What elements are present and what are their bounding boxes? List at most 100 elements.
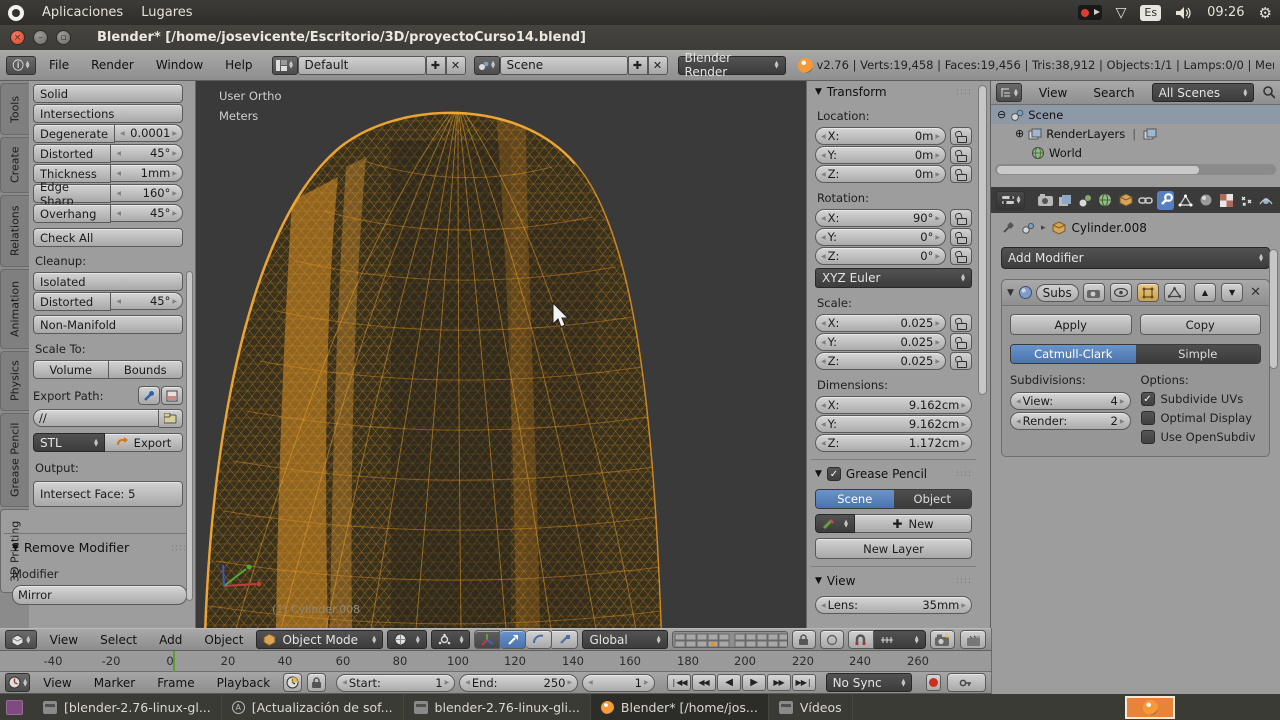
scale-y-field[interactable]: ◀ Y: 0.025 ▶	[815, 333, 946, 351]
view3d-menu-object[interactable]: Object	[195, 633, 252, 647]
modifier-move-down-button[interactable]: ▼	[1221, 283, 1244, 302]
rotation-y-field[interactable]: ◀ Y: 0° ▶	[815, 228, 946, 246]
lock-icon[interactable]	[950, 247, 972, 265]
view3d-menu-select[interactable]: Select	[91, 633, 146, 647]
distorted-value[interactable]: ◀ 45° ▶	[111, 144, 183, 162]
tab-create[interactable]: Create	[0, 137, 29, 193]
export-button[interactable]: Export	[105, 433, 183, 452]
isolated-button[interactable]: Isolated	[33, 272, 183, 291]
tab-physics-icon[interactable]	[1258, 191, 1275, 210]
overhang-value[interactable]: ◀ 45° ▶	[111, 204, 183, 222]
degenerate-value[interactable]: ◀ 0.0001 ▶	[115, 124, 183, 142]
jump-to-start-button[interactable]: ❘◀◀	[666, 674, 691, 691]
panel-grip-icon[interactable]: ::::	[171, 543, 187, 553]
viewport-shading-select[interactable]: ▲ ▼	[387, 630, 427, 649]
next-keyframe-button[interactable]: ▶▶	[766, 674, 791, 691]
gp-new-layer-button[interactable]: New Layer	[815, 538, 972, 559]
tab-material-icon[interactable]	[1197, 191, 1214, 210]
lock-to-scene-button[interactable]	[792, 630, 816, 649]
lock-icon[interactable]	[950, 333, 972, 351]
keyboard-layout-indicator[interactable]: Es	[1140, 4, 1162, 21]
lock-icon[interactable]	[950, 127, 972, 145]
panel-grip-icon[interactable]: ::::	[956, 469, 972, 479]
play-reverse-button[interactable]: ◀	[716, 674, 741, 691]
grease-pencil-title[interactable]: Grease Pencil	[846, 467, 927, 481]
image-path-button[interactable]	[161, 386, 183, 405]
lens-field[interactable]: ◀ Lens: 35mm ▶	[815, 596, 972, 614]
modifier-delete-button[interactable]: ✕	[1250, 285, 1261, 300]
menu-places[interactable]: Lugares	[141, 5, 192, 20]
clock[interactable]: 09:26	[1207, 5, 1244, 20]
modifier-render-toggle[interactable]	[1082, 283, 1105, 302]
modifier-name-field[interactable]: Subs	[1035, 283, 1079, 302]
network-icon[interactable]: ▽	[1116, 5, 1127, 21]
opengl-anim-button[interactable]	[960, 630, 986, 649]
dim-x-field[interactable]: ◀ X: 9.162cm ▶	[815, 396, 972, 414]
location-z-field[interactable]: ◀ Z: 0m ▶	[815, 165, 946, 183]
panel-grip-icon[interactable]: ::::	[956, 87, 972, 97]
add-layout-button[interactable]: ✚	[425, 55, 446, 75]
catmull-clark-button[interactable]: Catmull-Clark	[1011, 345, 1136, 363]
editor-type-timeline-icon[interactable]: ▲ ▼	[5, 673, 31, 692]
menu-help[interactable]: Help	[216, 58, 261, 72]
outliner-item-scene[interactable]: ⊖ Scene	[991, 105, 1280, 124]
timeline-menu-view[interactable]: View	[34, 676, 80, 690]
tab-physics[interactable]: Physics	[0, 351, 29, 411]
scene-mini-icon[interactable]	[1021, 222, 1035, 234]
location-y-field[interactable]: ◀ Y: 0m ▶	[815, 146, 946, 164]
dim-y-field[interactable]: ◀ Y: 9.162cm ▶	[815, 415, 972, 433]
overhang-button[interactable]: Overhang	[33, 204, 112, 223]
location-x-field[interactable]: ◀ X: 0m ▶	[815, 127, 946, 145]
tab-relations[interactable]: Relations	[0, 195, 29, 267]
snap-element-select[interactable]: ▲ ▼	[873, 630, 926, 649]
rotation-z-field[interactable]: ◀ Z: 0° ▶	[815, 247, 946, 265]
tab-render-layers-icon[interactable]	[1057, 191, 1074, 210]
mode-select[interactable]: Object Mode ▲ ▼	[256, 630, 384, 649]
edge-sharp-button[interactable]: Edge Sharp	[33, 180, 112, 208]
remove-modifier-title[interactable]: Remove Modifier	[24, 540, 129, 555]
lock-icon[interactable]	[950, 146, 972, 164]
delete-layout-button[interactable]: ✕	[445, 55, 466, 75]
tab-world-icon[interactable]	[1097, 191, 1114, 210]
optimal-display-checkbox[interactable]	[1140, 411, 1155, 425]
simple-button[interactable]: Simple	[1135, 345, 1260, 363]
lock-frame-button[interactable]	[307, 673, 327, 692]
task-blender[interactable]: Blender* [/home/jos...	[590, 694, 769, 720]
screen-layout-icon[interactable]: ▲ ▼	[271, 55, 298, 75]
session-gear-icon[interactable]: ⚙	[1259, 4, 1272, 22]
bounds-button[interactable]: Bounds	[108, 360, 183, 379]
pivot-point-select[interactable]: ▲ ▼	[430, 630, 471, 649]
volume-button[interactable]: Volume	[33, 360, 109, 379]
collapse-icon[interactable]: ⊖	[997, 108, 1006, 121]
maximize-button[interactable]: ▫	[56, 30, 71, 45]
tab-texture-icon[interactable]	[1218, 191, 1235, 210]
lock-icon[interactable]	[950, 209, 972, 227]
manipulator-toggle[interactable]	[474, 630, 501, 649]
auto-keyframe-button[interactable]	[926, 674, 941, 691]
thickness-value[interactable]: ◀ 1mm ▶	[111, 164, 183, 182]
task-file-browser-1[interactable]: [blender-2.76-linux-gl...	[33, 694, 222, 720]
timeline-menu-marker[interactable]: Marker	[85, 676, 144, 690]
degenerate-button[interactable]: Degenerate	[33, 124, 116, 143]
workspace-switcher-icon[interactable]	[6, 699, 23, 715]
modifier-cage-toggle[interactable]	[1163, 283, 1186, 302]
task-software-update[interactable]: A [Actualización de sof...	[222, 694, 404, 720]
tab-render-icon[interactable]	[1036, 191, 1053, 210]
dim-z-field[interactable]: ◀ Z: 1.172cm ▶	[815, 434, 972, 452]
snap-toggle-button[interactable]	[847, 630, 874, 649]
export-format-select[interactable]: STL ▲ ▼	[33, 433, 105, 452]
volume-icon[interactable]	[1175, 6, 1193, 20]
close-button[interactable]: ×	[10, 30, 25, 45]
breadcrumb-object-name[interactable]: Cylinder.008	[1072, 221, 1147, 235]
task-videos[interactable]: Vídeos	[769, 694, 853, 720]
tab-particles-icon[interactable]	[1238, 191, 1255, 210]
tab-scene-icon[interactable]	[1077, 191, 1094, 210]
editor-type-3dview-icon[interactable]: ▲ ▼	[5, 630, 37, 649]
non-manifold-button[interactable]: Non-Manifold	[33, 315, 183, 334]
editor-type-info-icon[interactable]: ⓘ ▲ ▼	[6, 55, 36, 75]
gp-object-button[interactable]: Object	[893, 490, 971, 508]
lock-icon[interactable]	[950, 352, 972, 370]
ubuntu-logo-icon[interactable]	[8, 4, 24, 21]
tab-object-data-icon[interactable]	[1177, 191, 1194, 210]
modifier-expand-icon[interactable]: ▼	[1007, 288, 1014, 298]
